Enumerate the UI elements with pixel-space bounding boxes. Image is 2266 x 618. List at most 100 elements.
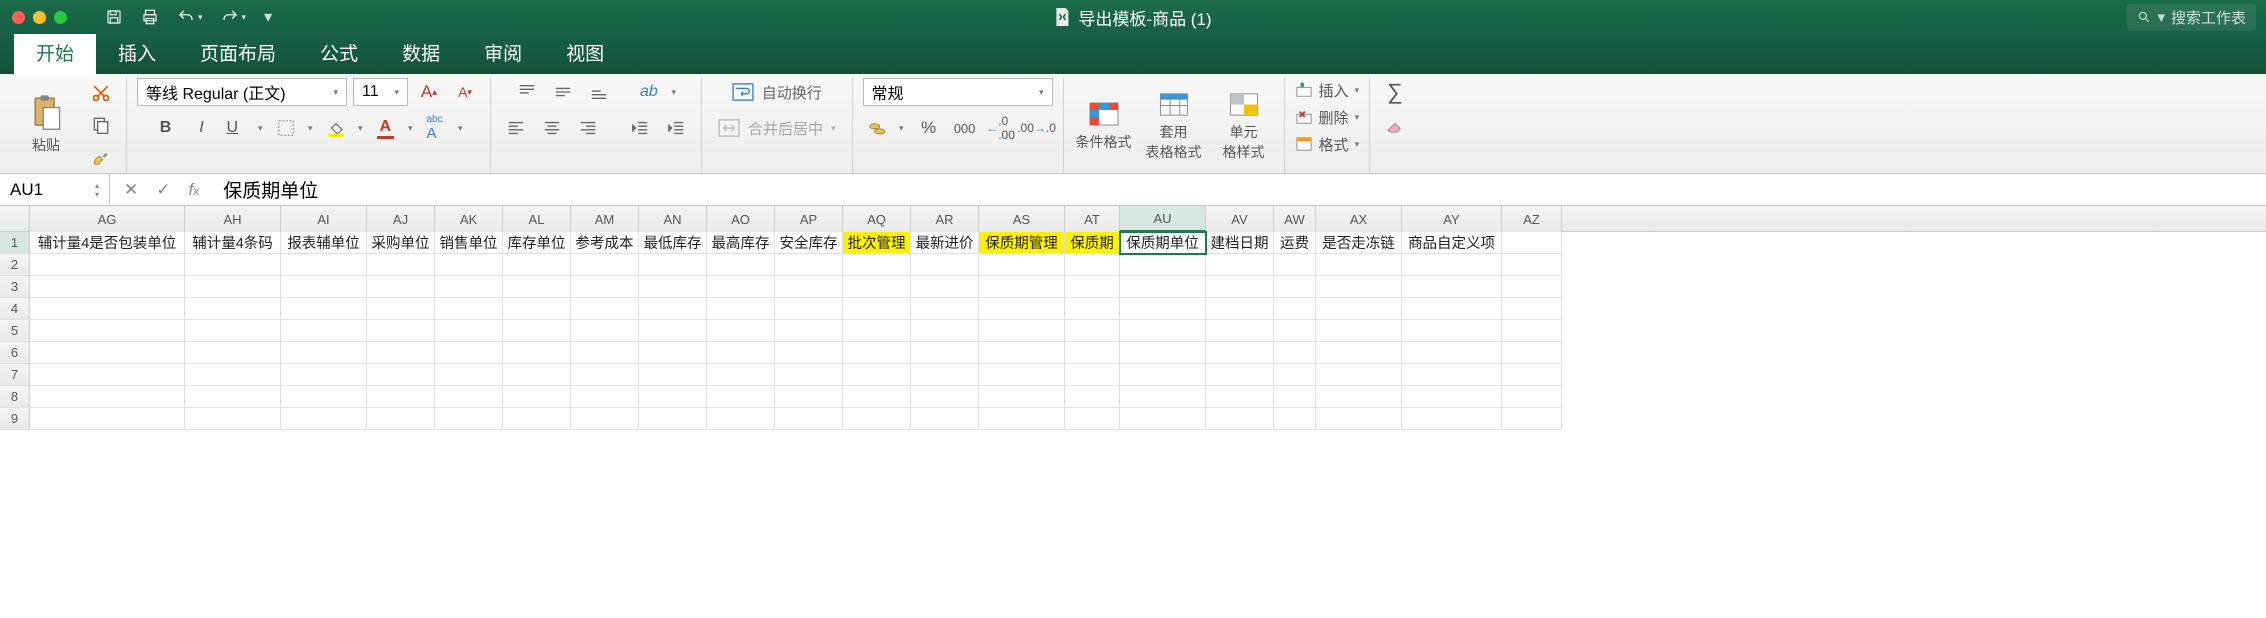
cell-AT6[interactable] — [1065, 342, 1120, 364]
cell-AY6[interactable] — [1402, 342, 1502, 364]
cell-AX4[interactable] — [1316, 298, 1402, 320]
minimize-window-button[interactable] — [33, 11, 46, 24]
cell-AT7[interactable] — [1065, 364, 1120, 386]
tab-data[interactable]: 数据 — [380, 31, 462, 74]
cell-AZ2[interactable] — [1502, 254, 1562, 276]
cell-AS7[interactable] — [979, 364, 1065, 386]
cell-AI3[interactable] — [281, 276, 367, 298]
merge-center-button[interactable]: 合并后居中 ▾ — [712, 114, 842, 142]
cell-AK3[interactable] — [435, 276, 503, 298]
cell-AJ5[interactable] — [367, 320, 435, 342]
cell-AV3[interactable] — [1206, 276, 1274, 298]
tab-formulas[interactable]: 公式 — [298, 31, 380, 74]
cell-AP5[interactable] — [775, 320, 843, 342]
cell-AL3[interactable] — [503, 276, 571, 298]
cell-AI6[interactable] — [281, 342, 367, 364]
cell-AS1[interactable]: 保质期管理 — [979, 232, 1065, 254]
cell-AO1[interactable]: 最高库存 — [707, 232, 775, 254]
currency-button[interactable]: ▾ — [864, 114, 908, 142]
cell-AM3[interactable] — [571, 276, 639, 298]
cell-AX9[interactable] — [1316, 408, 1402, 430]
cell-AZ9[interactable] — [1502, 408, 1562, 430]
underline-button[interactable]: U▾ — [223, 114, 267, 142]
cell-AY5[interactable] — [1402, 320, 1502, 342]
cell-AS5[interactable] — [979, 320, 1065, 342]
fx-button[interactable]: fx — [189, 180, 200, 200]
cell-AW5[interactable] — [1274, 320, 1316, 342]
delete-cells-button[interactable]: 删除▾ — [1295, 105, 1360, 129]
cell-AH8[interactable] — [185, 386, 281, 408]
col-header-AQ[interactable]: AQ — [843, 206, 911, 232]
align-left-button[interactable] — [501, 114, 531, 142]
cell-AN4[interactable] — [639, 298, 707, 320]
cell-AX8[interactable] — [1316, 386, 1402, 408]
cell-AT5[interactable] — [1065, 320, 1120, 342]
cell-AN2[interactable] — [639, 254, 707, 276]
cell-AM2[interactable] — [571, 254, 639, 276]
cell-AV2[interactable] — [1206, 254, 1274, 276]
confirm-formula-button[interactable]: ✓ — [156, 180, 170, 200]
cell-AY1[interactable]: 商品自定义项 — [1402, 232, 1502, 254]
cell-AW7[interactable] — [1274, 364, 1316, 386]
cell-AJ8[interactable] — [367, 386, 435, 408]
cell-AP1[interactable]: 安全库存 — [775, 232, 843, 254]
cell-AJ9[interactable] — [367, 408, 435, 430]
cell-AG2[interactable] — [30, 254, 185, 276]
cell-AN8[interactable] — [639, 386, 707, 408]
format-cells-button[interactable]: 格式▾ — [1295, 132, 1360, 156]
name-box[interactable]: AU1 ▴▾ — [0, 174, 110, 205]
cell-AW9[interactable] — [1274, 408, 1316, 430]
cell-AG9[interactable] — [30, 408, 185, 430]
cell-AR1[interactable]: 最新进价 — [911, 232, 979, 254]
cell-AZ3[interactable] — [1502, 276, 1562, 298]
cell-AN5[interactable] — [639, 320, 707, 342]
cell-AQ5[interactable] — [843, 320, 911, 342]
cell-AW1[interactable]: 运费 — [1274, 232, 1316, 254]
cell-AG1[interactable]: 辅计量4是否包装单位 — [30, 232, 185, 254]
cell-AP7[interactable] — [775, 364, 843, 386]
row-header-9[interactable]: 9 — [0, 408, 30, 430]
select-all-corner[interactable] — [0, 206, 30, 232]
cell-AY2[interactable] — [1402, 254, 1502, 276]
cell-AM5[interactable] — [571, 320, 639, 342]
cell-styles-button[interactable]: 单元 格样式 — [1214, 90, 1274, 162]
cell-AO7[interactable] — [707, 364, 775, 386]
col-header-AP[interactable]: AP — [775, 206, 843, 232]
cell-AG5[interactable] — [30, 320, 185, 342]
cell-AV7[interactable] — [1206, 364, 1274, 386]
col-header-AH[interactable]: AH — [185, 206, 281, 232]
cell-AI4[interactable] — [281, 298, 367, 320]
bold-button[interactable]: B — [151, 114, 181, 142]
col-header-AV[interactable]: AV — [1206, 206, 1274, 232]
cell-AV5[interactable] — [1206, 320, 1274, 342]
cell-AW3[interactable] — [1274, 276, 1316, 298]
cell-AG8[interactable] — [30, 386, 185, 408]
cell-AH2[interactable] — [185, 254, 281, 276]
tab-page-layout[interactable]: 页面布局 — [178, 31, 298, 74]
decrease-decimal-button[interactable]: .00→.0 — [1022, 114, 1052, 142]
row-header-7[interactable]: 7 — [0, 364, 30, 386]
undo-button[interactable]: ▾ — [177, 8, 203, 26]
col-header-AM[interactable]: AM — [571, 206, 639, 232]
cell-AO6[interactable] — [707, 342, 775, 364]
col-header-AI[interactable]: AI — [281, 206, 367, 232]
cell-AO9[interactable] — [707, 408, 775, 430]
col-header-AT[interactable]: AT — [1065, 206, 1120, 232]
cell-AG6[interactable] — [30, 342, 185, 364]
insert-cells-button[interactable]: 插入▾ — [1295, 78, 1360, 102]
increase-font-button[interactable]: A▴ — [414, 78, 444, 106]
cell-AL4[interactable] — [503, 298, 571, 320]
cell-AU3[interactable] — [1120, 276, 1206, 298]
cell-AZ4[interactable] — [1502, 298, 1562, 320]
paste-button[interactable]: 粘贴 — [16, 89, 76, 161]
row-header-5[interactable]: 5 — [0, 320, 30, 342]
col-header-AS[interactable]: AS — [979, 206, 1065, 232]
cell-AY3[interactable] — [1402, 276, 1502, 298]
cell-AK1[interactable]: 销售单位 — [435, 232, 503, 254]
tab-home[interactable]: 开始 — [14, 31, 96, 74]
wrap-text-button[interactable]: 自动换行 — [726, 78, 828, 106]
cell-AU9[interactable] — [1120, 408, 1206, 430]
cell-AZ7[interactable] — [1502, 364, 1562, 386]
cell-AN1[interactable]: 最低库存 — [639, 232, 707, 254]
cell-AO3[interactable] — [707, 276, 775, 298]
